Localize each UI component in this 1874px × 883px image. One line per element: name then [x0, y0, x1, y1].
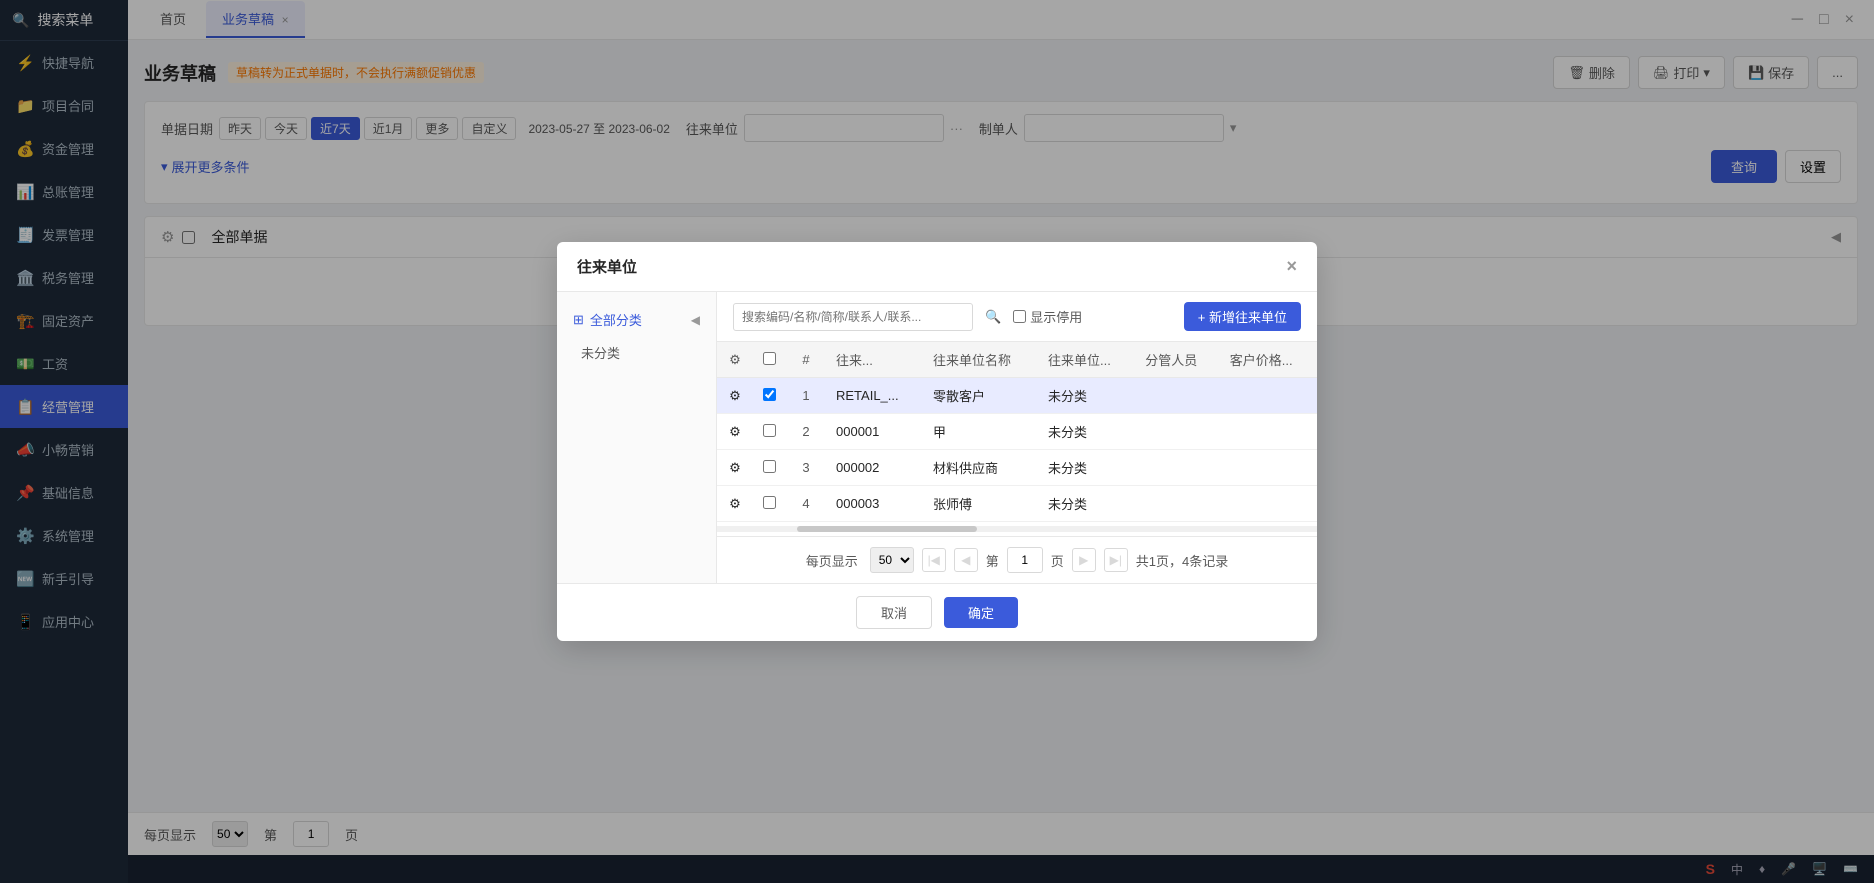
- modal-scrollbar-thumb: [797, 526, 977, 532]
- category-all[interactable]: ⊞ 全部分类 ◀: [557, 304, 716, 335]
- row-checkbox[interactable]: [753, 486, 786, 522]
- row-category: 未分类: [1038, 378, 1135, 414]
- partner-modal: 往来单位 × ⊞ 全部分类 ◀ 未分类 🔍: [557, 242, 1317, 641]
- row-price-level: [1220, 378, 1317, 414]
- last-page-btn[interactable]: ▶|: [1104, 548, 1128, 572]
- row-code: 000002: [826, 450, 923, 486]
- col-header-code: 往来...: [826, 342, 923, 378]
- row-num: 4: [786, 486, 826, 522]
- col-header-name: 往来单位名称: [923, 342, 1038, 378]
- table-row[interactable]: ⚙ 3 000002 材料供应商 未分类: [717, 450, 1317, 486]
- row-settings-icon[interactable]: ⚙: [717, 378, 753, 414]
- modal-content-panel: 🔍 显示停用 + 新增往来单位 ⚙ #: [717, 292, 1317, 583]
- row-num: 3: [786, 450, 826, 486]
- first-page-btn[interactable]: |◀: [922, 548, 946, 572]
- row-manager: [1135, 450, 1220, 486]
- table-row[interactable]: ⚙ 2 000001 甲 未分类: [717, 414, 1317, 450]
- per-page-select[interactable]: 50: [870, 547, 914, 573]
- page-label: 第: [986, 551, 999, 570]
- col-header-settings[interactable]: ⚙: [717, 342, 753, 378]
- row-checkbox[interactable]: [753, 414, 786, 450]
- table-header-row: ⚙ # 往来... 往来单位名称 往来单位...: [717, 342, 1317, 378]
- confirm-button[interactable]: 确定: [944, 597, 1018, 628]
- row-name: 甲: [923, 414, 1038, 450]
- page-total: 共1页，4条记录: [1136, 551, 1228, 570]
- row-num: 2: [786, 414, 826, 450]
- next-page-btn[interactable]: ▶: [1072, 548, 1096, 572]
- row-category: 未分类: [1038, 414, 1135, 450]
- col-header-manager: 分管人员: [1135, 342, 1220, 378]
- row-price-level: [1220, 450, 1317, 486]
- row-settings-icon[interactable]: ⚙: [717, 486, 753, 522]
- show-disabled-label[interactable]: 显示停用: [1013, 307, 1082, 326]
- modal-close-button[interactable]: ×: [1286, 256, 1297, 277]
- col-header-category: 往来单位...: [1038, 342, 1135, 378]
- modal-body: ⊞ 全部分类 ◀ 未分类 🔍 显示停用 + 新: [557, 292, 1317, 583]
- row-checkbox[interactable]: [753, 378, 786, 414]
- row-price-level: [1220, 486, 1317, 522]
- row-category: 未分类: [1038, 486, 1135, 522]
- col-header-price: 客户价格...: [1220, 342, 1317, 378]
- row-manager: [1135, 414, 1220, 450]
- row-manager: [1135, 486, 1220, 522]
- modal-search-icon[interactable]: 🔍: [985, 309, 1001, 325]
- modal-title: 往来单位: [577, 256, 637, 277]
- row-name: 张师傅: [923, 486, 1038, 522]
- table-row[interactable]: ⚙ 4 000003 张师傅 未分类: [717, 486, 1317, 522]
- row-settings-icon[interactable]: ⚙: [717, 414, 753, 450]
- row-price-level: [1220, 414, 1317, 450]
- modal-search-input[interactable]: [733, 303, 973, 331]
- modal-pagination: 每页显示 50 |◀ ◀ 第 页 ▶ ▶| 共1页，4条记录: [717, 536, 1317, 583]
- page-unit-label: 页: [1051, 551, 1064, 570]
- table-select-all[interactable]: [763, 352, 776, 365]
- page-number-input[interactable]: [1007, 547, 1043, 573]
- add-partner-button[interactable]: + 新增往来单位: [1184, 302, 1301, 331]
- row-code: 000001: [826, 414, 923, 450]
- modal-table: ⚙ # 往来... 往来单位名称 往来单位...: [717, 342, 1317, 536]
- category-unclassified[interactable]: 未分类: [557, 335, 716, 370]
- row-code: 000003: [826, 486, 923, 522]
- show-disabled-checkbox[interactable]: [1013, 310, 1026, 323]
- collapse-category-btn[interactable]: ◀: [691, 313, 700, 327]
- modal-footer: 取消 确定: [557, 583, 1317, 641]
- modal-scrollbar[interactable]: [717, 526, 1317, 532]
- modal-overlay: 往来单位 × ⊞ 全部分类 ◀ 未分类 🔍: [0, 0, 1874, 883]
- row-settings-icon[interactable]: ⚙: [717, 450, 753, 486]
- row-manager: [1135, 378, 1220, 414]
- category-all-label: 全部分类: [590, 310, 642, 329]
- row-name: 零散客户: [923, 378, 1038, 414]
- row-checkbox[interactable]: [753, 450, 786, 486]
- row-category: 未分类: [1038, 450, 1135, 486]
- row-num: 1: [786, 378, 826, 414]
- per-page-label: 每页显示: [806, 551, 858, 570]
- cancel-button[interactable]: 取消: [856, 596, 932, 629]
- grid-icon: ⊞: [573, 312, 584, 328]
- row-code: RETAIL_...: [826, 378, 923, 414]
- modal-header: 往来单位 ×: [557, 242, 1317, 292]
- row-name: 材料供应商: [923, 450, 1038, 486]
- modal-category-panel: ⊞ 全部分类 ◀ 未分类: [557, 292, 717, 583]
- table-row[interactable]: ⚙ 1 RETAIL_... 零散客户 未分类: [717, 378, 1317, 414]
- col-header-check[interactable]: [753, 342, 786, 378]
- modal-search-bar: 🔍 显示停用 + 新增往来单位: [717, 292, 1317, 342]
- prev-page-btn[interactable]: ◀: [954, 548, 978, 572]
- col-header-num: #: [786, 342, 826, 378]
